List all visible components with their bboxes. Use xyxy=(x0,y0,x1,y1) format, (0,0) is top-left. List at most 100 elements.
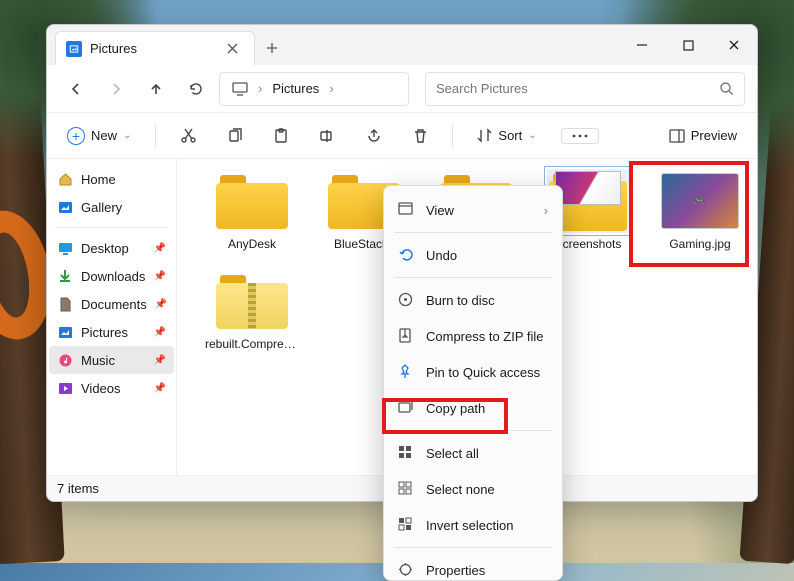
pictures-icon xyxy=(66,41,82,57)
ctx-label: Copy path xyxy=(426,401,485,416)
pin-icon xyxy=(398,364,414,380)
new-button[interactable]: + New ⌄ xyxy=(61,123,137,149)
ctx-burn[interactable]: Burn to disc xyxy=(384,282,562,318)
item-label: Gaming.jpg xyxy=(653,237,747,251)
ctx-label: View xyxy=(426,203,454,218)
disc-icon xyxy=(398,292,414,308)
item-label: AnyDesk xyxy=(205,237,299,251)
chevron-down-icon: ⌄ xyxy=(123,130,131,141)
delete-button[interactable] xyxy=(407,124,434,148)
search-input[interactable] xyxy=(436,81,719,96)
ctx-undo[interactable]: Undo xyxy=(384,237,562,273)
file-explorer-window: Pictures › Pictures › xyxy=(46,24,758,502)
ctx-properties[interactable]: Properties xyxy=(384,552,562,580)
pin-icon: 📌 xyxy=(154,271,166,282)
sidebar-item-label: Gallery xyxy=(81,200,122,215)
close-button[interactable] xyxy=(711,25,757,65)
status-item-count: 7 items xyxy=(57,481,99,496)
menu-separator xyxy=(394,232,552,233)
back-button[interactable] xyxy=(59,72,93,106)
sidebar-item-pictures[interactable]: Pictures 📌 xyxy=(49,318,174,346)
sidebar-item-videos[interactable]: Videos 📌 xyxy=(49,374,174,402)
minimize-button[interactable] xyxy=(619,25,665,65)
pin-icon: 📌 xyxy=(154,355,166,366)
ctx-label: Compress to ZIP file xyxy=(426,329,544,344)
refresh-button[interactable] xyxy=(179,72,213,106)
search-icon xyxy=(719,81,734,96)
sidebar-divider xyxy=(55,227,168,228)
sidebar-item-music[interactable]: Music 📌 xyxy=(49,346,174,374)
sidebar-item-label: Documents xyxy=(81,297,147,312)
more-button[interactable] xyxy=(561,128,599,144)
ctx-pin[interactable]: Pin to Quick access xyxy=(384,354,562,390)
new-label: New xyxy=(91,128,117,143)
invert-selection-icon xyxy=(398,517,414,533)
breadcrumb[interactable]: › Pictures › xyxy=(219,72,409,106)
menu-separator xyxy=(394,277,552,278)
ctx-select-none[interactable]: Select none xyxy=(384,471,562,507)
ctx-select-all[interactable]: Select all xyxy=(384,435,562,471)
pin-icon: 📌 xyxy=(155,299,167,310)
crumb-pictures[interactable]: Pictures xyxy=(266,77,325,100)
folder-item[interactable]: AnyDesk xyxy=(205,169,299,251)
ctx-invert-selection[interactable]: Invert selection xyxy=(384,507,562,543)
menu-separator xyxy=(394,430,552,431)
folder-icon xyxy=(211,169,293,233)
pin-icon: 📌 xyxy=(154,383,166,394)
ctx-view[interactable]: View › xyxy=(384,192,562,228)
ctx-copy-path[interactable]: Copy path xyxy=(384,390,562,426)
sidebar-item-label: Videos xyxy=(81,381,121,396)
sidebar-item-label: Home xyxy=(81,172,116,187)
ctx-label: Pin to Quick access xyxy=(426,365,540,380)
select-all-icon xyxy=(398,445,414,461)
this-pc-icon[interactable] xyxy=(226,78,254,100)
preview-pane-button[interactable]: Preview xyxy=(663,124,743,147)
search-box[interactable] xyxy=(425,72,745,106)
sidebar-item-desktop[interactable]: Desktop 📌 xyxy=(49,234,174,262)
paste-button[interactable] xyxy=(267,124,295,148)
sidebar-item-documents[interactable]: Documents 📌 xyxy=(49,290,174,318)
ctx-label: Invert selection xyxy=(426,518,513,533)
desktop-icon xyxy=(57,240,73,256)
music-icon xyxy=(57,352,73,368)
separator xyxy=(155,125,156,147)
copy-path-icon xyxy=(398,400,414,416)
ctx-compress[interactable]: Compress to ZIP file xyxy=(384,318,562,354)
sidebar-item-label: Pictures xyxy=(81,325,128,340)
properties-icon xyxy=(398,562,414,578)
preview-label: Preview xyxy=(691,128,737,143)
new-tab-button[interactable] xyxy=(255,31,289,65)
sort-button[interactable]: Sort ⌄ xyxy=(471,124,542,147)
sidebar-item-label: Desktop xyxy=(81,241,129,256)
nav-row: › Pictures › xyxy=(47,65,757,113)
sort-label: Sort xyxy=(498,128,522,143)
chevron-right-icon: › xyxy=(256,81,264,96)
videos-icon xyxy=(57,380,73,396)
undo-icon xyxy=(398,247,414,263)
separator xyxy=(452,125,453,147)
forward-button[interactable] xyxy=(99,72,133,106)
sidebar-item-downloads[interactable]: Downloads 📌 xyxy=(49,262,174,290)
select-none-icon xyxy=(398,481,414,497)
sidebar-item-label: Downloads xyxy=(81,269,145,284)
image-item[interactable]: 🎮 Gaming.jpg xyxy=(653,169,747,251)
sidebar-item-home[interactable]: Home xyxy=(49,165,174,193)
sidebar-item-gallery[interactable]: Gallery xyxy=(49,193,174,221)
home-icon xyxy=(57,171,73,187)
cut-button[interactable] xyxy=(174,123,203,148)
ctx-label: Select all xyxy=(426,446,479,461)
maximize-button[interactable] xyxy=(665,25,711,65)
ctx-label: Select none xyxy=(426,482,495,497)
downloads-icon xyxy=(57,268,73,284)
copy-button[interactable] xyxy=(221,124,249,148)
share-button[interactable] xyxy=(360,124,389,148)
tab-pictures[interactable]: Pictures xyxy=(55,31,255,65)
up-button[interactable] xyxy=(139,72,173,106)
tab-close-button[interactable] xyxy=(220,37,244,61)
zip-folder-icon xyxy=(211,269,293,333)
rename-button[interactable] xyxy=(313,124,342,148)
view-icon xyxy=(398,202,414,218)
chevron-right-icon: › xyxy=(327,81,335,96)
zip-item[interactable]: rebuilt.Compressed xyxy=(205,269,299,351)
pictures-icon xyxy=(57,324,73,340)
